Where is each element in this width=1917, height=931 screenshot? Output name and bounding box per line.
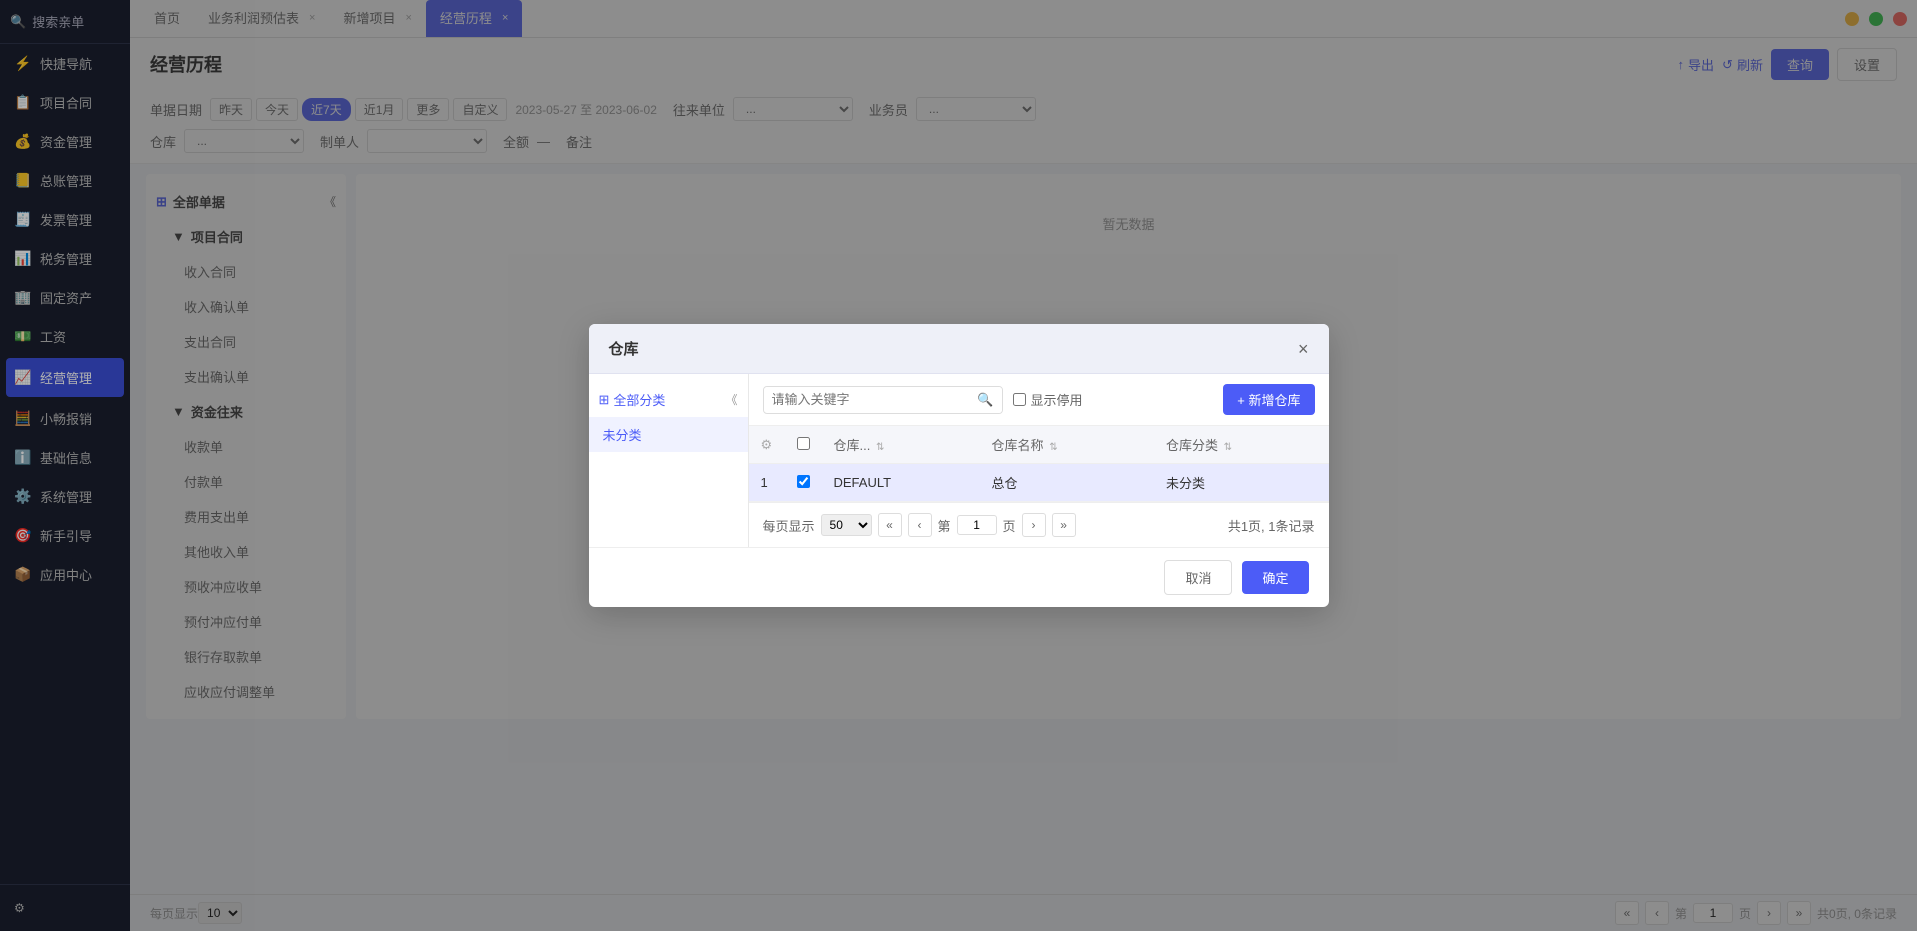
dialog-sidebar: ⊞ 全部分类 《 未分类 [589, 374, 749, 547]
all-categories-label[interactable]: ⊞ 全部分类 [599, 390, 666, 409]
sort-code-icon[interactable]: ⇅ [876, 442, 884, 453]
dialog-total-info: 共1页, 1条记录 [1228, 516, 1315, 535]
dialog-sidebar-header: ⊞ 全部分类 《 [589, 384, 748, 417]
dialog-page-size-select[interactable]: 50 20 100 [821, 514, 872, 536]
dialog-page-first-btn[interactable]: « [878, 513, 902, 537]
dialog-page-prev-btn[interactable]: ‹ [908, 513, 932, 537]
sort-category-icon[interactable]: ⇅ [1224, 442, 1232, 453]
select-all-checkbox[interactable] [797, 437, 810, 450]
row-category: 未分类 [1154, 464, 1328, 502]
table-body: 1 DEFAULT 总仓 未分类 [749, 464, 1329, 502]
dialog-page-suffix: 页 [1003, 516, 1016, 535]
dialog-main: 🔍 显示停用 + 新增仓库 ⚙ [749, 374, 1329, 547]
warehouse-table: ⚙ 仓库... ⇅ 仓库名称 [749, 426, 1329, 502]
row-name: 总仓 [980, 464, 1154, 502]
confirm-button[interactable]: 确定 [1242, 561, 1308, 594]
dialog-page-next-btn[interactable]: › [1022, 513, 1046, 537]
table-header-row: ⚙ 仓库... ⇅ 仓库名称 [749, 426, 1329, 464]
dialog-title: 仓库 [609, 338, 639, 359]
th-category: 仓库分类 ⇅ [1154, 426, 1328, 464]
warehouse-dialog: 仓库 × ⊞ 全部分类 《 未分类 [589, 324, 1329, 607]
dialog-body: ⊞ 全部分类 《 未分类 🔍 [589, 374, 1329, 547]
dialog-toolbar: 🔍 显示停用 + 新增仓库 [749, 374, 1329, 426]
dialog-sidebar-uncategorized[interactable]: 未分类 [589, 417, 748, 452]
dialog-page-last-btn[interactable]: » [1052, 513, 1076, 537]
sort-name-icon[interactable]: ⇅ [1049, 442, 1057, 453]
cancel-button[interactable]: 取消 [1164, 560, 1232, 595]
dialog-close-btn[interactable]: × [1298, 340, 1309, 358]
dialog-search-input[interactable] [764, 387, 970, 412]
dialog-overlay: 仓库 × ⊞ 全部分类 《 未分类 [0, 0, 1917, 931]
search-icon[interactable]: 🔍 [969, 387, 1001, 413]
row-code: DEFAULT [822, 464, 980, 502]
dialog-sidebar-collapse-btn[interactable]: 《 [725, 391, 737, 408]
dialog-pagination: 每页显示 50 20 100 « ‹ 第 页 › » 共1页, 1条记录 [749, 502, 1329, 547]
dialog-search-box: 🔍 [763, 386, 1003, 414]
table-header: ⚙ 仓库... ⇅ 仓库名称 [749, 426, 1329, 464]
grid-icon: ⊞ [599, 392, 610, 408]
row-checkbox[interactable] [797, 475, 810, 488]
th-code: 仓库... ⇅ [822, 426, 980, 464]
th-name: 仓库名称 ⇅ [980, 426, 1154, 464]
show-disabled-input[interactable] [1013, 393, 1026, 406]
show-disabled-checkbox[interactable]: 显示停用 [1013, 390, 1083, 409]
dialog-header: 仓库 × [589, 324, 1329, 374]
add-warehouse-btn[interactable]: + 新增仓库 [1223, 384, 1314, 415]
row-checkbox-cell [785, 464, 822, 502]
th-checkbox [785, 426, 822, 464]
column-settings-icon[interactable]: ⚙ [761, 437, 773, 452]
dialog-table: ⚙ 仓库... ⇅ 仓库名称 [749, 426, 1329, 502]
row-id: 1 [749, 464, 785, 502]
dialog-footer: 取消 确定 [589, 547, 1329, 607]
dialog-page-label: 第 [938, 516, 951, 535]
table-row[interactable]: 1 DEFAULT 总仓 未分类 [749, 464, 1329, 502]
dialog-page-size-label: 每页显示 [763, 516, 815, 535]
th-settings: ⚙ [749, 426, 785, 464]
dialog-page-input[interactable] [957, 515, 997, 535]
